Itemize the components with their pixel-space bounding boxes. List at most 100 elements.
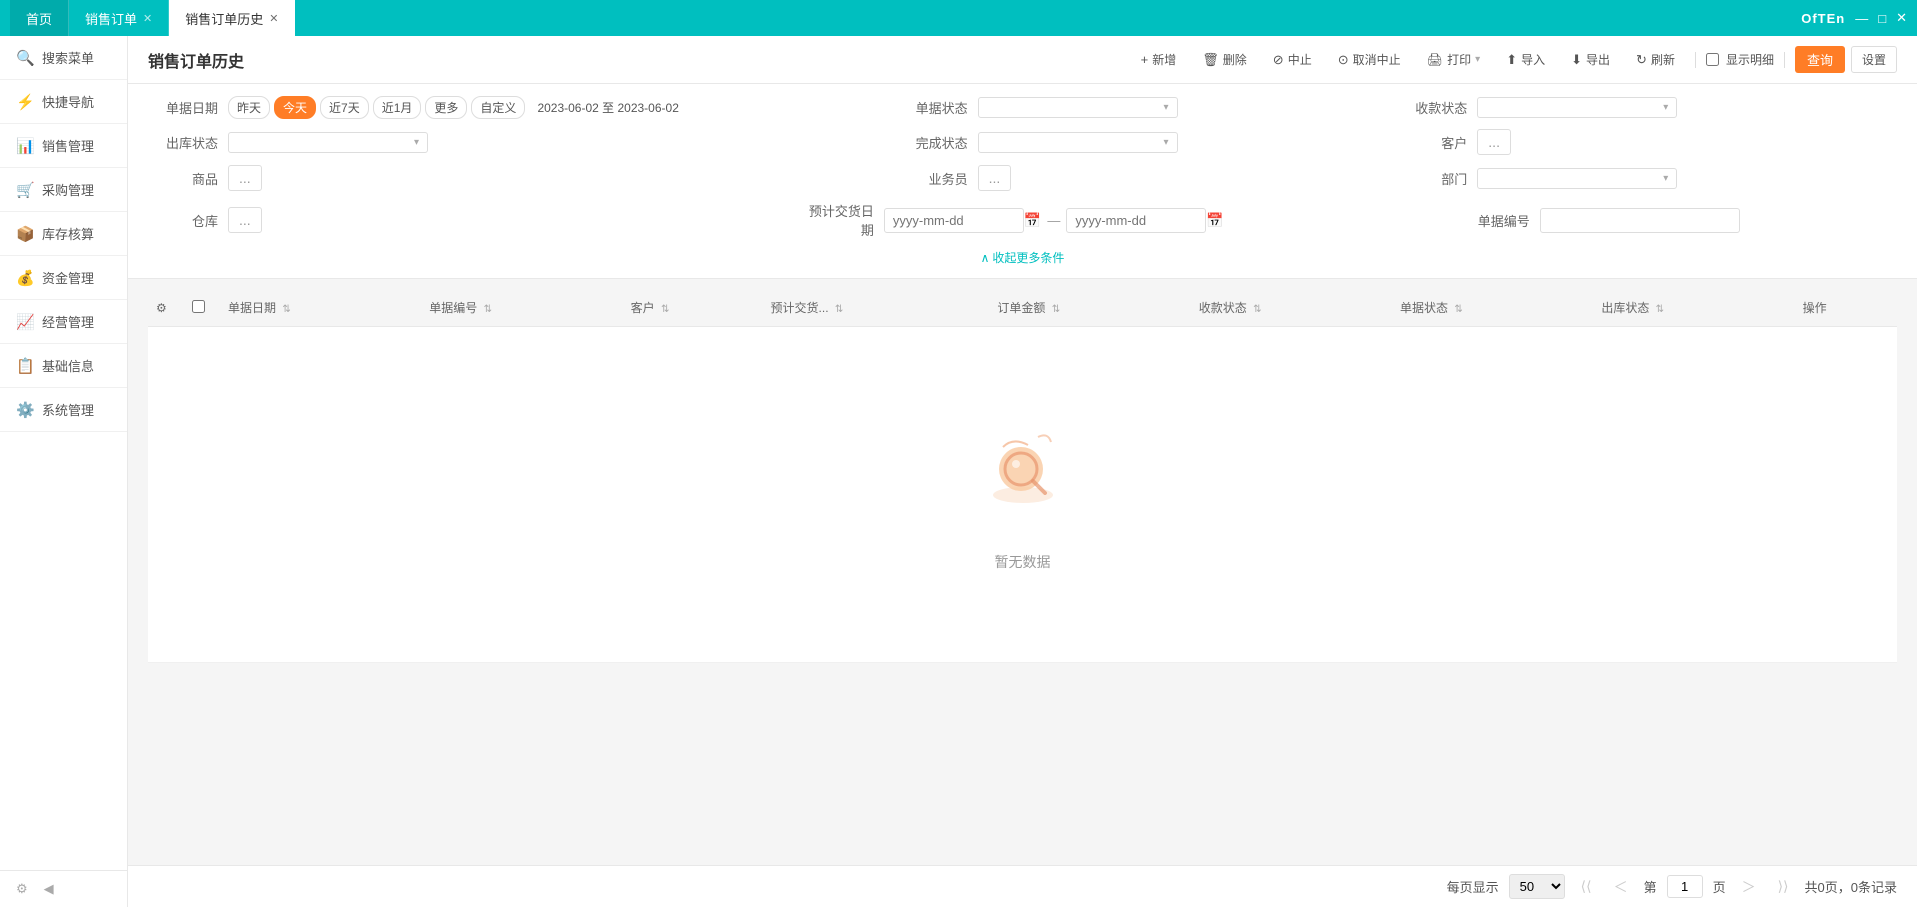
table-settings-col[interactable]: ⚙ (148, 289, 184, 327)
col-number-sort-icon: ⇅ (484, 304, 492, 315)
payment-status-select[interactable]: ▾ (1477, 97, 1677, 118)
table-body: 暂无数据 (148, 327, 1897, 663)
date-pill-last7[interactable]: 近7天 (320, 96, 369, 119)
date-pill-yesterday[interactable]: 昨天 (228, 96, 270, 119)
quick-nav-icon: ⚡ (16, 93, 34, 111)
salesperson-picker[interactable]: ... (978, 165, 1012, 191)
window-restore-btn[interactable]: □ (1878, 11, 1886, 26)
page-header: 销售订单历史 + 新增 🗑 删除 ⊘ 中止 ⊙ 取消中止 (128, 36, 1917, 84)
delete-button[interactable]: 🗑 删除 (1192, 47, 1257, 72)
col-date-label: 单据日期 (228, 301, 276, 315)
col-payment-status[interactable]: 收款状态 ⇅ (1191, 289, 1392, 327)
calendar-start-icon[interactable]: 📅 (1024, 212, 1041, 229)
sidebar-item-inventory[interactable]: 📦 库存核算 (0, 212, 127, 256)
next-page-button[interactable]: ＞ (1736, 875, 1762, 899)
col-number[interactable]: 单据编号 ⇅ (421, 289, 622, 327)
sidebar-item-search-menu-label: 搜索菜单 (42, 48, 94, 67)
out-status-select[interactable]: ▾ (228, 132, 428, 153)
warehouse-picker[interactable]: ... (228, 207, 262, 233)
settings-button[interactable]: 设置 (1851, 46, 1897, 73)
sidebar-collapse-icon[interactable]: ◀ (44, 881, 54, 897)
stop-button[interactable]: ⊘ 中止 (1263, 47, 1322, 72)
date-pill-today[interactable]: 今天 (274, 96, 316, 119)
top-bar: 首页 销售订单 ✕ 销售订单历史 ✕ OfTEn — □ ✕ (0, 0, 1917, 36)
payment-status-label: 收款状态 (1397, 98, 1477, 117)
sidebar-item-quick-nav[interactable]: ⚡ 快捷导航 (0, 80, 127, 124)
new-label: 新增 (1152, 51, 1176, 68)
refresh-button[interactable]: ↻ 刷新 (1626, 47, 1685, 72)
sidebar-item-quick-nav-label: 快捷导航 (42, 92, 94, 111)
window-close-btn[interactable]: ✕ (1896, 10, 1907, 26)
page-title: 销售订单历史 (148, 48, 244, 72)
toolbar-separator2 (1784, 52, 1785, 68)
display-cols-toggle[interactable]: 显示明细 (1706, 51, 1774, 68)
page-label: 第 (1644, 877, 1657, 896)
tab-sales-order-history-close[interactable]: ✕ (269, 12, 278, 25)
date-pill-custom[interactable]: 自定义 (471, 96, 525, 119)
sidebar-item-operations[interactable]: 📈 经营管理 (0, 300, 127, 344)
goods-picker[interactable]: ... (228, 165, 262, 191)
col-out-status[interactable]: 出库状态 ⇅ (1593, 289, 1794, 327)
tab-sales-order-close[interactable]: ✕ (143, 12, 152, 25)
sidebar-item-purchase-mgmt[interactable]: 🛒 采购管理 (0, 168, 127, 212)
table-settings-icon[interactable]: ⚙ (156, 301, 167, 315)
select-all-checkbox[interactable] (192, 300, 205, 313)
print-button[interactable]: 🖨 打印 ▾ (1417, 47, 1491, 72)
display-cols-checkbox[interactable] (1706, 53, 1719, 66)
sidebar-item-finance[interactable]: 💰 资金管理 (0, 256, 127, 300)
filter-col-customer: 客户 ... (1397, 129, 1897, 155)
page-size-label: 每页显示 (1447, 877, 1499, 896)
cancel-stop-button[interactable]: ⊙ 取消中止 (1328, 47, 1411, 72)
bill-status-chevron-icon: ▾ (1164, 102, 1169, 113)
query-button[interactable]: 查询 (1795, 46, 1845, 73)
last-page-button[interactable]: ⟩⟩ (1772, 876, 1795, 897)
customer-label: 客户 (1397, 133, 1477, 152)
toolbar: + 新增 🗑 删除 ⊘ 中止 ⊙ 取消中止 🖨 打印 (1131, 46, 1897, 73)
col-expected-delivery-label: 预计交货... (771, 301, 829, 315)
expected-date-end-input[interactable] (1066, 208, 1206, 233)
col-expected-delivery[interactable]: 预计交货... ⇅ (763, 289, 990, 327)
page-size-select[interactable]: 50 10 20 100 (1509, 874, 1565, 899)
empty-state-text: 暂无数据 (995, 552, 1051, 572)
col-actions-label: 操作 (1803, 301, 1827, 315)
expected-date-start-input[interactable] (884, 208, 1024, 233)
window-minimize-btn[interactable]: — (1855, 11, 1868, 26)
date-pill-more[interactable]: 更多 (425, 96, 467, 119)
bill-number-input[interactable] (1540, 208, 1740, 233)
department-chevron-icon: ▾ (1663, 173, 1668, 184)
col-date[interactable]: 单据日期 ⇅ (220, 289, 421, 327)
first-page-button[interactable]: ⟨⟨ (1575, 876, 1598, 897)
search-menu-icon: 🔍 (16, 49, 34, 67)
complete-status-select[interactable]: ▾ (978, 132, 1178, 153)
inventory-icon: 📦 (16, 225, 34, 243)
sidebar-item-sales-mgmt[interactable]: 📊 销售管理 (0, 124, 127, 168)
current-page-input[interactable] (1667, 875, 1703, 898)
sidebar-item-system-mgmt[interactable]: ⚙️ 系统管理 (0, 388, 127, 432)
tab-sales-order-history[interactable]: 销售订单历史 ✕ (169, 0, 295, 36)
department-select[interactable]: ▾ (1477, 168, 1677, 189)
filter-col-goods: 商品 ... (148, 165, 898, 191)
col-bill-status[interactable]: 单据状态 ⇅ (1392, 289, 1593, 327)
export-button[interactable]: ⬇ 导出 (1561, 47, 1620, 72)
col-order-amount-label: 订单金额 (997, 301, 1045, 315)
tab-sales-order[interactable]: 销售订单 ✕ (69, 0, 169, 36)
sidebar-item-basic-info[interactable]: 📋 基础信息 (0, 344, 127, 388)
date-pill-last1m[interactable]: 近1月 (373, 96, 422, 119)
filter-row-4: 仓库 ... 预计交货日期 📅 — 📅 单据编号 (148, 201, 1897, 239)
sidebar-settings-icon[interactable]: ⚙ (16, 881, 28, 897)
col-date-sort-icon: ⇅ (282, 304, 290, 315)
delete-label: 删除 (1223, 51, 1247, 68)
basic-info-icon: 📋 (16, 357, 34, 375)
prev-page-button[interactable]: ＜ (1608, 875, 1634, 899)
customer-picker[interactable]: ... (1477, 129, 1511, 155)
finance-icon: 💰 (16, 269, 34, 287)
bill-status-select[interactable]: ▾ (978, 97, 1178, 118)
col-customer[interactable]: 客户 ⇅ (623, 289, 763, 327)
sidebar-item-search-menu[interactable]: 🔍 搜索菜单 (0, 36, 127, 80)
calendar-end-icon[interactable]: 📅 (1206, 212, 1223, 229)
tab-home[interactable]: 首页 (10, 0, 69, 36)
import-button[interactable]: ⬆ 导入 (1496, 47, 1555, 72)
new-button[interactable]: + 新增 (1131, 47, 1187, 72)
col-order-amount[interactable]: 订单金额 ⇅ (989, 289, 1190, 327)
collapse-more-conditions[interactable]: ∧ 收起更多条件 (148, 249, 1897, 266)
